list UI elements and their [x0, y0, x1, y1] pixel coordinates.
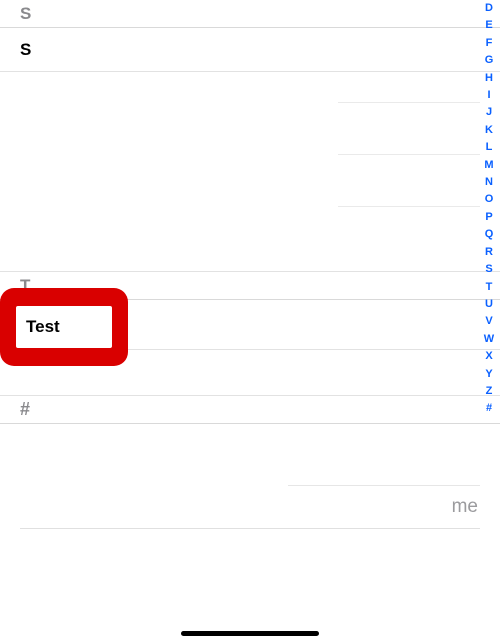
index-letter[interactable]: O	[481, 191, 497, 208]
index-letter[interactable]: G	[481, 52, 497, 69]
index-letter[interactable]: N	[481, 174, 497, 191]
section-header-hash: #	[0, 396, 500, 424]
my-card-area: me	[20, 485, 480, 529]
highlight-annotation: Test	[0, 288, 128, 366]
index-letter[interactable]: S	[481, 261, 497, 278]
highlighted-contact[interactable]: Test	[16, 306, 112, 348]
index-letter[interactable]: Y	[481, 366, 497, 383]
contact-name: Test	[26, 317, 60, 337]
section-header-label: S	[20, 4, 31, 24]
separator	[20, 528, 480, 529]
index-letter[interactable]: #	[481, 400, 497, 417]
index-letter[interactable]: Z	[481, 383, 497, 400]
home-indicator[interactable]	[181, 631, 319, 636]
card-separators	[338, 102, 480, 258]
index-letter[interactable]: Q	[481, 226, 497, 243]
section-t: T Test	[0, 272, 500, 350]
index-letter[interactable]: D	[481, 0, 497, 17]
index-letter[interactable]: K	[481, 122, 497, 139]
index-letter[interactable]: V	[481, 313, 497, 330]
index-letter[interactable]: U	[481, 296, 497, 313]
section-header-label: #	[20, 399, 30, 420]
index-letter[interactable]: T	[481, 279, 497, 296]
index-letter[interactable]: H	[481, 70, 497, 87]
index-letter[interactable]: E	[481, 17, 497, 34]
me-label: me	[452, 496, 478, 518]
index-letter[interactable]: L	[481, 139, 497, 156]
index-letter[interactable]: F	[481, 35, 497, 52]
index-letter[interactable]: I	[481, 87, 497, 104]
section-header-s: S	[0, 0, 500, 28]
index-letter[interactable]: J	[481, 104, 497, 121]
alpha-index[interactable]: D E F G H I J K L M N O P Q R S T U V W …	[481, 0, 497, 418]
index-letter[interactable]: X	[481, 348, 497, 365]
index-letter[interactable]: P	[481, 209, 497, 226]
index-letter[interactable]: W	[481, 331, 497, 348]
index-letter[interactable]: M	[481, 157, 497, 174]
me-row[interactable]: me	[20, 486, 480, 528]
index-letter[interactable]: R	[481, 244, 497, 261]
contact-row-s[interactable]: S	[0, 28, 500, 72]
contact-name: S	[20, 40, 31, 60]
